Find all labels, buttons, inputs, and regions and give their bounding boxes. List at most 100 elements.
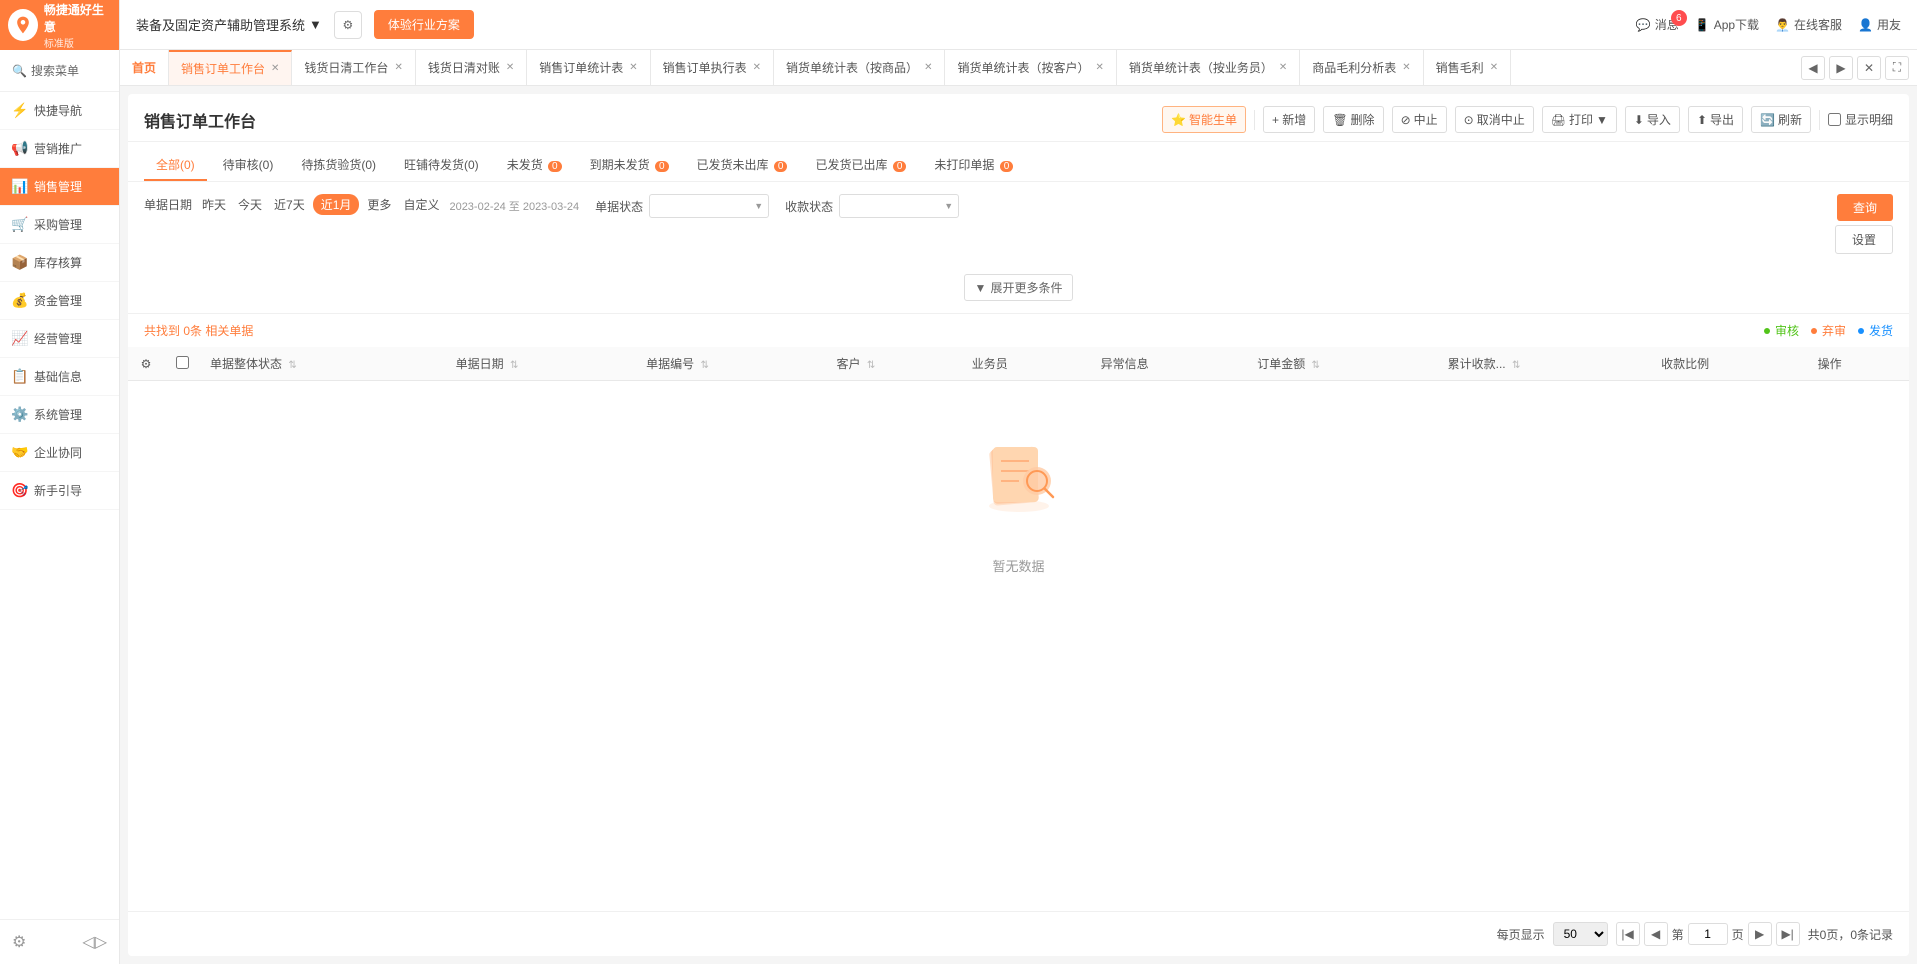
batch-ship-button[interactable]: 发货 (1858, 322, 1893, 339)
subtab-shipped-out[interactable]: 已发货已出库 0 (803, 150, 918, 181)
sidebar-item-operations[interactable]: 📈 经营管理 (0, 320, 119, 358)
status-select[interactable] (649, 194, 769, 218)
subtab-shipped-not-out[interactable]: 已发货未出库 0 (685, 150, 800, 181)
print-icon: 🖨 (1551, 113, 1566, 127)
sidebar-item-inventory[interactable]: 📦 库存核算 (0, 244, 119, 282)
expand-filter-button[interactable]: ▼ 展开更多条件 (964, 274, 1074, 301)
sidebar-item-cooperation[interactable]: 🤝 企业协同 (0, 434, 119, 472)
import-button[interactable]: ⬇ 导入 (1625, 106, 1680, 133)
tab-close-button[interactable]: ✕ (506, 62, 514, 73)
page-number-input[interactable] (1688, 923, 1728, 945)
subtab-overdue-not-shipped[interactable]: 到期未发货 0 (578, 150, 681, 181)
tab-cash-reconcile[interactable]: 钱货日清对账 ✕ (416, 50, 527, 86)
table-header-bar: 共找到 0条 相关单据 审核 弃审 发货 (128, 314, 1909, 347)
user-action[interactable]: 👤 用友 (1858, 16, 1901, 33)
date-custom-btn[interactable]: 自定义 (399, 194, 443, 215)
data-table-scroll-area[interactable]: ⚙ 单据整体状态 ⇅ 单据日期 ⇅ (128, 347, 1909, 911)
sort-amount-icon: ⇅ (1312, 360, 1320, 371)
tab-close-button[interactable]: ✕ (629, 62, 637, 73)
message-action[interactable]: 💬 消息 6 (1636, 16, 1679, 33)
batch-revoke-button[interactable]: 弃审 (1811, 322, 1846, 339)
show-detail-checkbox-label[interactable]: 显示明细 (1828, 111, 1893, 128)
query-button[interactable]: 查询 (1837, 194, 1893, 221)
settings-bottom-button[interactable]: ⚙ (8, 928, 30, 956)
tab-product-margin[interactable]: 商品毛利分析表 ✕ (1300, 50, 1423, 86)
subtab-all[interactable]: 全部(0) (144, 150, 207, 181)
prev-page-button[interactable]: ◀ (1644, 922, 1668, 946)
sidebar-item-system[interactable]: ⚙️ 系统管理 (0, 396, 119, 434)
show-detail-checkbox[interactable] (1828, 113, 1841, 126)
sidebar-nav: ⚡ 快捷导航 📢 营销推广 📊 销售管理 🛒 采购管理 📦 库存核算 💰 资金管… (0, 92, 119, 919)
print-button[interactable]: 🖨 打印 ▼ (1542, 106, 1617, 133)
sidebar-item-finance[interactable]: 💰 资金管理 (0, 282, 119, 320)
collapse-sidebar-button[interactable]: ◁▷ (78, 928, 111, 956)
add-button[interactable]: + 新增 (1263, 106, 1315, 133)
subtab-pending-check[interactable]: 待拣货验货(0) (289, 150, 388, 181)
tab-close-button[interactable]: ✕ (1095, 62, 1103, 73)
smart-generate-button[interactable]: ⭐ 智能生单 (1162, 106, 1246, 133)
sidebar-item-sales[interactable]: 📊 销售管理 (0, 168, 119, 206)
suspend-icon: ⊘ (1401, 113, 1411, 127)
date-yesterday-btn[interactable]: 昨天 (198, 194, 230, 215)
tab-sales-stats[interactable]: 销售订单统计表 ✕ (527, 50, 650, 86)
delete-button[interactable]: 🗑 删除 (1323, 106, 1383, 133)
date-more-btn[interactable]: 更多 (363, 194, 395, 215)
payment-select[interactable] (839, 194, 959, 218)
batch-audit-button[interactable]: 审核 (1764, 322, 1799, 339)
sidebar-item-marketing[interactable]: 📢 营销推广 (0, 130, 119, 168)
maximize-tab-button[interactable]: ⛶ (1885, 56, 1909, 80)
suspend-button[interactable]: ⊘ 中止 (1392, 106, 1447, 133)
date-1month-btn[interactable]: 近1月 (313, 194, 360, 215)
search-menu-button[interactable]: 🔍 搜索菜单 (8, 58, 111, 83)
tab-sales-exec[interactable]: 销售订单执行表 ✕ (651, 50, 774, 86)
sidebar-item-purchase[interactable]: 🛒 采购管理 (0, 206, 119, 244)
tab-sales-profit[interactable]: 销售毛利 ✕ (1424, 50, 1511, 86)
tab-sales-workbench[interactable]: 销售订单工作台 ✕ (169, 50, 292, 86)
column-settings-icon[interactable]: ⚙ (141, 357, 152, 371)
tab-home[interactable]: 首页 (120, 50, 169, 86)
select-all-checkbox[interactable] (176, 356, 189, 369)
system-title-dropdown[interactable]: 装备及固定资产辅助管理系统 ▼ (136, 15, 322, 34)
next-tabs-button[interactable]: ▶ (1829, 56, 1853, 80)
setup-button[interactable]: 设置 (1835, 225, 1893, 254)
tab-sales-single-by-customer[interactable]: 销货单统计表（按客户） ✕ (945, 50, 1116, 86)
cancel-suspend-button[interactable]: ⊙ 取消中止 (1455, 106, 1534, 133)
subtab-pending-review[interactable]: 待审核(0) (211, 150, 286, 181)
export-button[interactable]: ⬆ 导出 (1688, 106, 1743, 133)
online-service-action[interactable]: 👨‍💼 在线客服 (1775, 16, 1842, 33)
tab-sales-single-by-staff[interactable]: 销货单统计表（按业务员） ✕ (1117, 50, 1300, 86)
date-7days-btn[interactable]: 近7天 (270, 194, 309, 215)
sidebar-item-guide[interactable]: 🎯 新手引导 (0, 472, 119, 510)
industry-solution-button[interactable]: 体验行业方案 (374, 10, 474, 39)
close-tab-button[interactable]: ✕ (1857, 56, 1881, 80)
tab-close-button[interactable]: ✕ (924, 62, 932, 73)
tab-close-button[interactable]: ✕ (1402, 62, 1410, 73)
subtab-not-printed[interactable]: 未打印单据 0 (922, 150, 1025, 181)
app-download-action[interactable]: 📱 App下载 (1695, 16, 1759, 33)
sort-collected-icon: ⇅ (1512, 360, 1520, 371)
tab-close-button[interactable]: ✕ (753, 62, 761, 73)
result-count-number: 0条 (183, 324, 202, 338)
delete-icon: 🗑 (1332, 113, 1347, 127)
subtab-not-shipped[interactable]: 未发货 0 (495, 150, 574, 181)
first-page-button[interactable]: |◀ (1616, 922, 1640, 946)
next-page-button[interactable]: ▶ (1748, 922, 1772, 946)
topbar-settings-button[interactable]: ⚙ (334, 11, 362, 39)
tab-close-button[interactable]: ✕ (1279, 62, 1287, 73)
last-page-button[interactable]: ▶| (1776, 922, 1800, 946)
page-size-select[interactable]: 50 10 20 100 (1553, 922, 1608, 946)
tab-close-button[interactable]: ✕ (1490, 62, 1498, 73)
date-today-btn[interactable]: 今天 (234, 194, 266, 215)
tab-close-button[interactable]: ✕ (394, 62, 402, 73)
online-service-label: 在线客服 (1794, 16, 1842, 33)
sidebar-item-base-info[interactable]: 📋 基础信息 (0, 358, 119, 396)
sidebar-item-label: 企业协同 (34, 444, 82, 461)
tab-cash-daily[interactable]: 钱货日清工作台 ✕ (292, 50, 415, 86)
refresh-button[interactable]: 🔄 刷新 (1751, 106, 1811, 133)
tab-close-button[interactable]: ✕ (271, 63, 279, 74)
subtab-wangpu-pending[interactable]: 旺铺待发货(0) (392, 150, 491, 181)
purchase-icon: 🛒 (12, 217, 28, 233)
prev-tabs-button[interactable]: ◀ (1801, 56, 1825, 80)
sidebar-item-quick-nav[interactable]: ⚡ 快捷导航 (0, 92, 119, 130)
tab-sales-single-by-product[interactable]: 销货单统计表（按商品） ✕ (774, 50, 945, 86)
